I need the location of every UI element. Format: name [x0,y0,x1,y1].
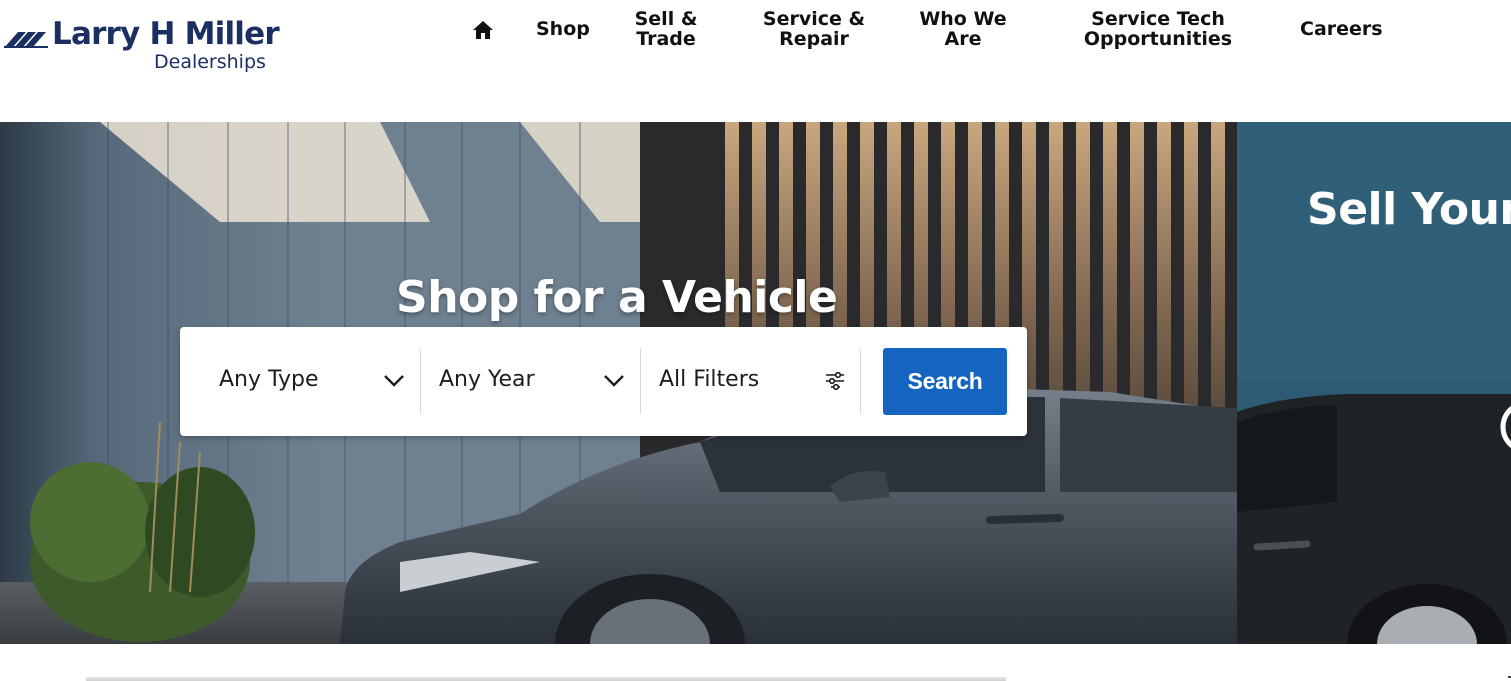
year-select[interactable]: Any Year [421,327,641,436]
content-divider [86,677,1006,681]
hero-title: Shop for a Vehicle [396,272,838,323]
home-icon[interactable] [473,21,493,39]
chevron-down-icon [604,375,624,387]
nav-service-tech-opportunities[interactable]: Service Tech Opportunities [1080,9,1236,49]
vehicle-search-bar: Any Type Any Year All Filters Search [180,327,1027,436]
nav-shop[interactable]: Shop [536,19,590,39]
sliders-icon[interactable] [825,371,845,391]
chevron-down-icon [384,375,404,387]
site-header: Larry H Miller Dealerships Shop Sell & T… [0,0,1511,122]
search-button[interactable]: Search [883,348,1007,415]
nav-careers[interactable]: Careers [1300,19,1383,39]
logo-stripes-icon [4,32,48,48]
side-panel-title: Sell Your [1307,184,1511,235]
type-select-value: Any Type [219,367,319,392]
nav-who-we-are[interactable]: Who We Are [915,9,1011,49]
nav-service-repair[interactable]: Service & Repair [760,9,868,49]
brand-name: Larry H Miller [52,16,280,52]
brand-logo[interactable]: Larry H Miller Dealerships [4,14,284,76]
all-filters-label: All Filters [659,367,760,392]
nav-sell-trade[interactable]: Sell & Trade [630,9,702,49]
search-divider [860,349,861,414]
year-select-value: Any Year [439,367,535,392]
sell-your-car-panel[interactable]: Sell Your [1237,122,1511,644]
type-select[interactable]: Any Type [180,327,420,436]
hero-banner: Shop for a Vehicle Any Type Any Year All… [0,122,1237,644]
brand-sub: Dealerships [154,51,266,73]
